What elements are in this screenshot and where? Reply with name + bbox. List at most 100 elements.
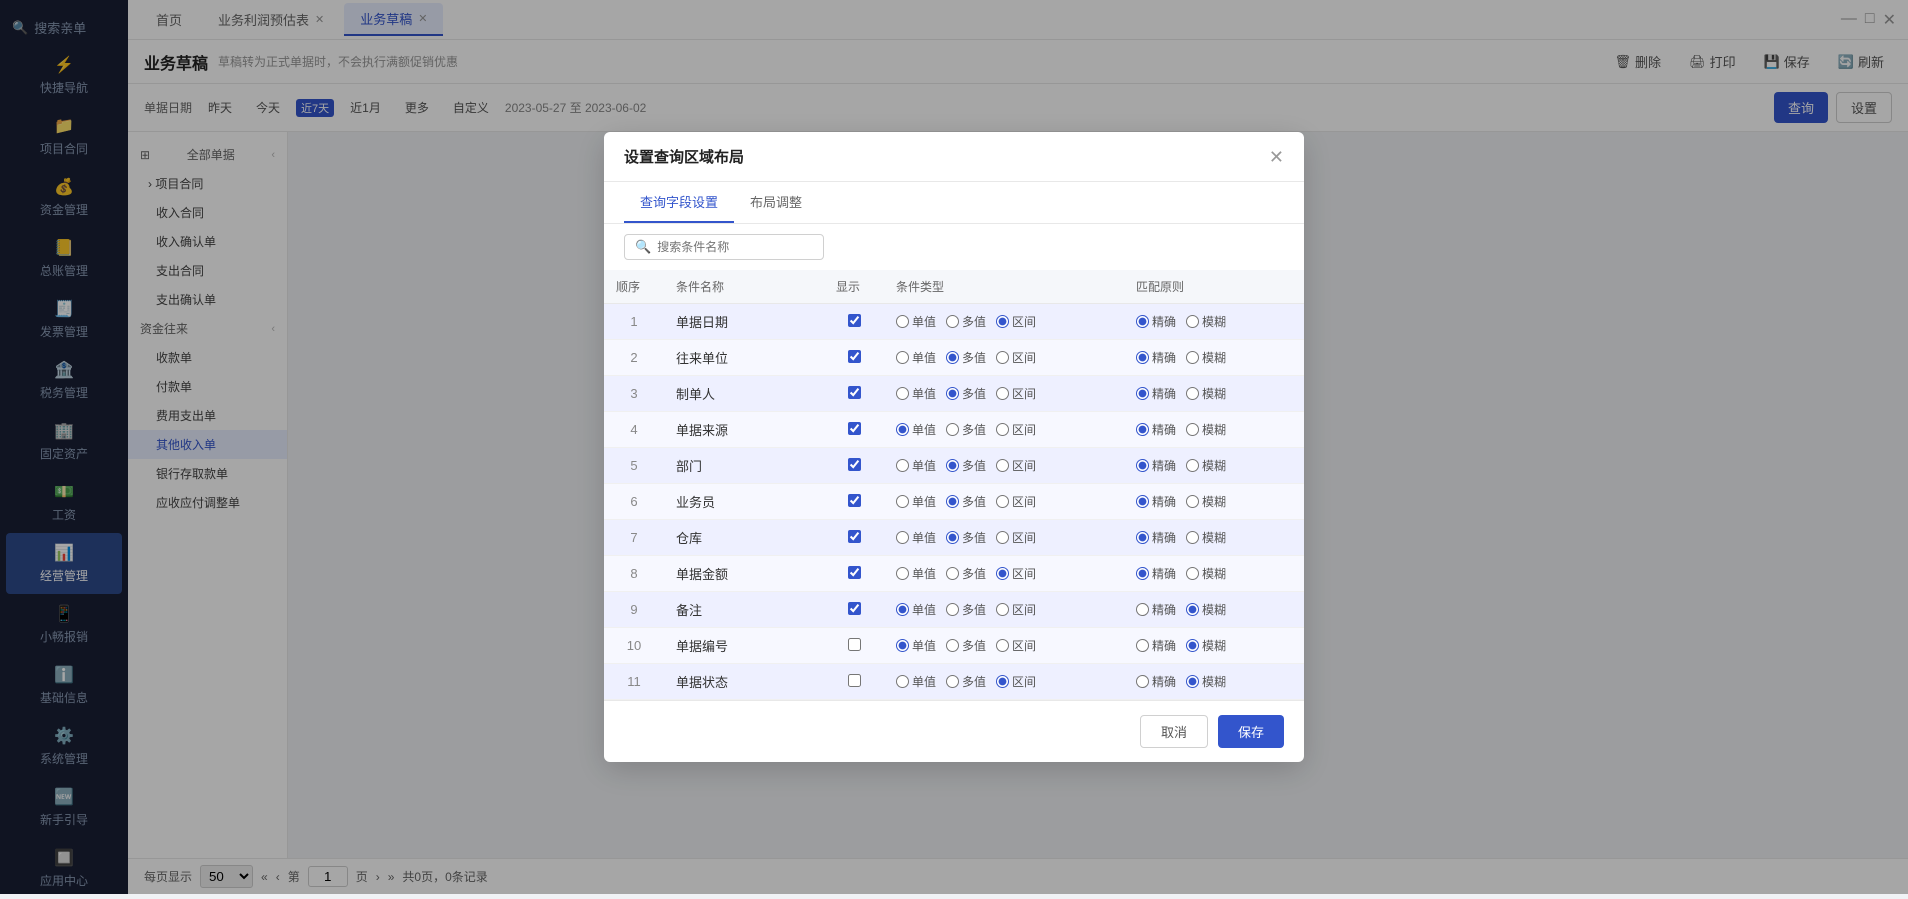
match-radio-fuzzy[interactable]: 模糊 xyxy=(1186,565,1226,582)
cell-show[interactable] xyxy=(824,304,884,340)
type-radio-single[interactable]: 单值 xyxy=(896,493,936,510)
show-checkbox[interactable] xyxy=(848,674,861,687)
type-radio-multi[interactable]: 多值 xyxy=(946,457,986,474)
cell-show[interactable] xyxy=(824,592,884,628)
match-radio-exact[interactable]: 精确 xyxy=(1136,601,1176,618)
cell-show[interactable] xyxy=(824,376,884,412)
match-radio-exact[interactable]: 精确 xyxy=(1136,421,1176,438)
type-radio-range[interactable]: 区间 xyxy=(996,601,1036,618)
type-radio-range[interactable]: 区间 xyxy=(996,493,1036,510)
match-radio-exact[interactable]: 精确 xyxy=(1136,349,1176,366)
match-radio-fuzzy[interactable]: 模糊 xyxy=(1186,385,1226,402)
cell-type[interactable]: 单值多值区间 xyxy=(884,340,1124,376)
cell-type[interactable]: 单值多值区间 xyxy=(884,520,1124,556)
type-radio-multi[interactable]: 多值 xyxy=(946,601,986,618)
match-radio-fuzzy[interactable]: 模糊 xyxy=(1186,457,1226,474)
type-radio-range[interactable]: 区间 xyxy=(996,313,1036,330)
cell-show[interactable] xyxy=(824,448,884,484)
type-radio-range[interactable]: 区间 xyxy=(996,385,1036,402)
match-radio-exact[interactable]: 精确 xyxy=(1136,493,1176,510)
cell-match[interactable]: 精确模糊 xyxy=(1124,304,1304,340)
type-radio-single[interactable]: 单值 xyxy=(896,313,936,330)
cell-show[interactable] xyxy=(824,340,884,376)
show-checkbox[interactable] xyxy=(848,350,861,363)
match-radio-fuzzy[interactable]: 模糊 xyxy=(1186,421,1226,438)
modal-close-button[interactable]: ✕ xyxy=(1269,148,1284,166)
match-radio-fuzzy[interactable]: 模糊 xyxy=(1186,313,1226,330)
type-radio-single[interactable]: 单值 xyxy=(896,457,936,474)
cell-show[interactable] xyxy=(824,520,884,556)
modal-tab-fields[interactable]: 查询字段设置 xyxy=(624,182,734,223)
type-radio-single[interactable]: 单值 xyxy=(896,385,936,402)
modal-tab-layout[interactable]: 布局调整 xyxy=(734,182,818,223)
show-checkbox[interactable] xyxy=(848,386,861,399)
type-radio-range[interactable]: 区间 xyxy=(996,673,1036,690)
match-radio-fuzzy[interactable]: 模糊 xyxy=(1186,529,1226,546)
match-radio-fuzzy[interactable]: 模糊 xyxy=(1186,601,1226,618)
cell-match[interactable]: 精确模糊 xyxy=(1124,484,1304,520)
match-radio-fuzzy[interactable]: 模糊 xyxy=(1186,637,1226,654)
show-checkbox[interactable] xyxy=(848,530,861,543)
cell-match[interactable]: 精确模糊 xyxy=(1124,628,1304,664)
cell-show[interactable] xyxy=(824,412,884,448)
type-radio-single[interactable]: 单值 xyxy=(896,349,936,366)
type-radio-single[interactable]: 单值 xyxy=(896,673,936,690)
match-radio-exact[interactable]: 精确 xyxy=(1136,637,1176,654)
cell-match[interactable]: 精确模糊 xyxy=(1124,520,1304,556)
show-checkbox[interactable] xyxy=(848,638,861,651)
cell-type[interactable]: 单值多值区间 xyxy=(884,592,1124,628)
cell-match[interactable]: 精确模糊 xyxy=(1124,376,1304,412)
show-checkbox[interactable] xyxy=(848,422,861,435)
cell-match[interactable]: 精确模糊 xyxy=(1124,412,1304,448)
type-radio-multi[interactable]: 多值 xyxy=(946,421,986,438)
type-radio-multi[interactable]: 多值 xyxy=(946,637,986,654)
type-radio-range[interactable]: 区间 xyxy=(996,457,1036,474)
modal-cancel-button[interactable]: 取消 xyxy=(1140,715,1208,748)
cell-show[interactable] xyxy=(824,628,884,664)
type-radio-range[interactable]: 区间 xyxy=(996,349,1036,366)
type-radio-range[interactable]: 区间 xyxy=(996,565,1036,582)
modal-search-input[interactable] xyxy=(657,240,813,254)
cell-show[interactable] xyxy=(824,484,884,520)
match-radio-exact[interactable]: 精确 xyxy=(1136,313,1176,330)
type-radio-multi[interactable]: 多值 xyxy=(946,565,986,582)
match-radio-fuzzy[interactable]: 模糊 xyxy=(1186,349,1226,366)
show-checkbox[interactable] xyxy=(848,314,861,327)
type-radio-multi[interactable]: 多值 xyxy=(946,529,986,546)
match-radio-fuzzy[interactable]: 模糊 xyxy=(1186,493,1226,510)
type-radio-single[interactable]: 单值 xyxy=(896,421,936,438)
cell-type[interactable]: 单值多值区间 xyxy=(884,304,1124,340)
type-radio-multi[interactable]: 多值 xyxy=(946,493,986,510)
cell-match[interactable]: 精确模糊 xyxy=(1124,664,1304,700)
match-radio-exact[interactable]: 精确 xyxy=(1136,565,1176,582)
cell-match[interactable]: 精确模糊 xyxy=(1124,592,1304,628)
modal-save-button[interactable]: 保存 xyxy=(1218,715,1284,748)
show-checkbox[interactable] xyxy=(848,494,861,507)
show-checkbox[interactable] xyxy=(848,602,861,615)
match-radio-fuzzy[interactable]: 模糊 xyxy=(1186,673,1226,690)
cell-match[interactable]: 精确模糊 xyxy=(1124,448,1304,484)
cell-type[interactable]: 单值多值区间 xyxy=(884,448,1124,484)
type-radio-single[interactable]: 单值 xyxy=(896,637,936,654)
match-radio-exact[interactable]: 精确 xyxy=(1136,457,1176,474)
type-radio-single[interactable]: 单值 xyxy=(896,529,936,546)
cell-type[interactable]: 单值多值区间 xyxy=(884,628,1124,664)
cell-type[interactable]: 单值多值区间 xyxy=(884,664,1124,700)
type-radio-multi[interactable]: 多值 xyxy=(946,349,986,366)
type-radio-range[interactable]: 区间 xyxy=(996,421,1036,438)
match-radio-exact[interactable]: 精确 xyxy=(1136,529,1176,546)
show-checkbox[interactable] xyxy=(848,566,861,579)
type-radio-range[interactable]: 区间 xyxy=(996,529,1036,546)
cell-type[interactable]: 单值多值区间 xyxy=(884,376,1124,412)
match-radio-exact[interactable]: 精确 xyxy=(1136,673,1176,690)
cell-type[interactable]: 单值多值区间 xyxy=(884,412,1124,448)
match-radio-exact[interactable]: 精确 xyxy=(1136,385,1176,402)
cell-match[interactable]: 精确模糊 xyxy=(1124,556,1304,592)
cell-show[interactable] xyxy=(824,664,884,700)
type-radio-range[interactable]: 区间 xyxy=(996,637,1036,654)
cell-show[interactable] xyxy=(824,556,884,592)
type-radio-multi[interactable]: 多值 xyxy=(946,385,986,402)
show-checkbox[interactable] xyxy=(848,458,861,471)
type-radio-multi[interactable]: 多值 xyxy=(946,313,986,330)
cell-type[interactable]: 单值多值区间 xyxy=(884,556,1124,592)
